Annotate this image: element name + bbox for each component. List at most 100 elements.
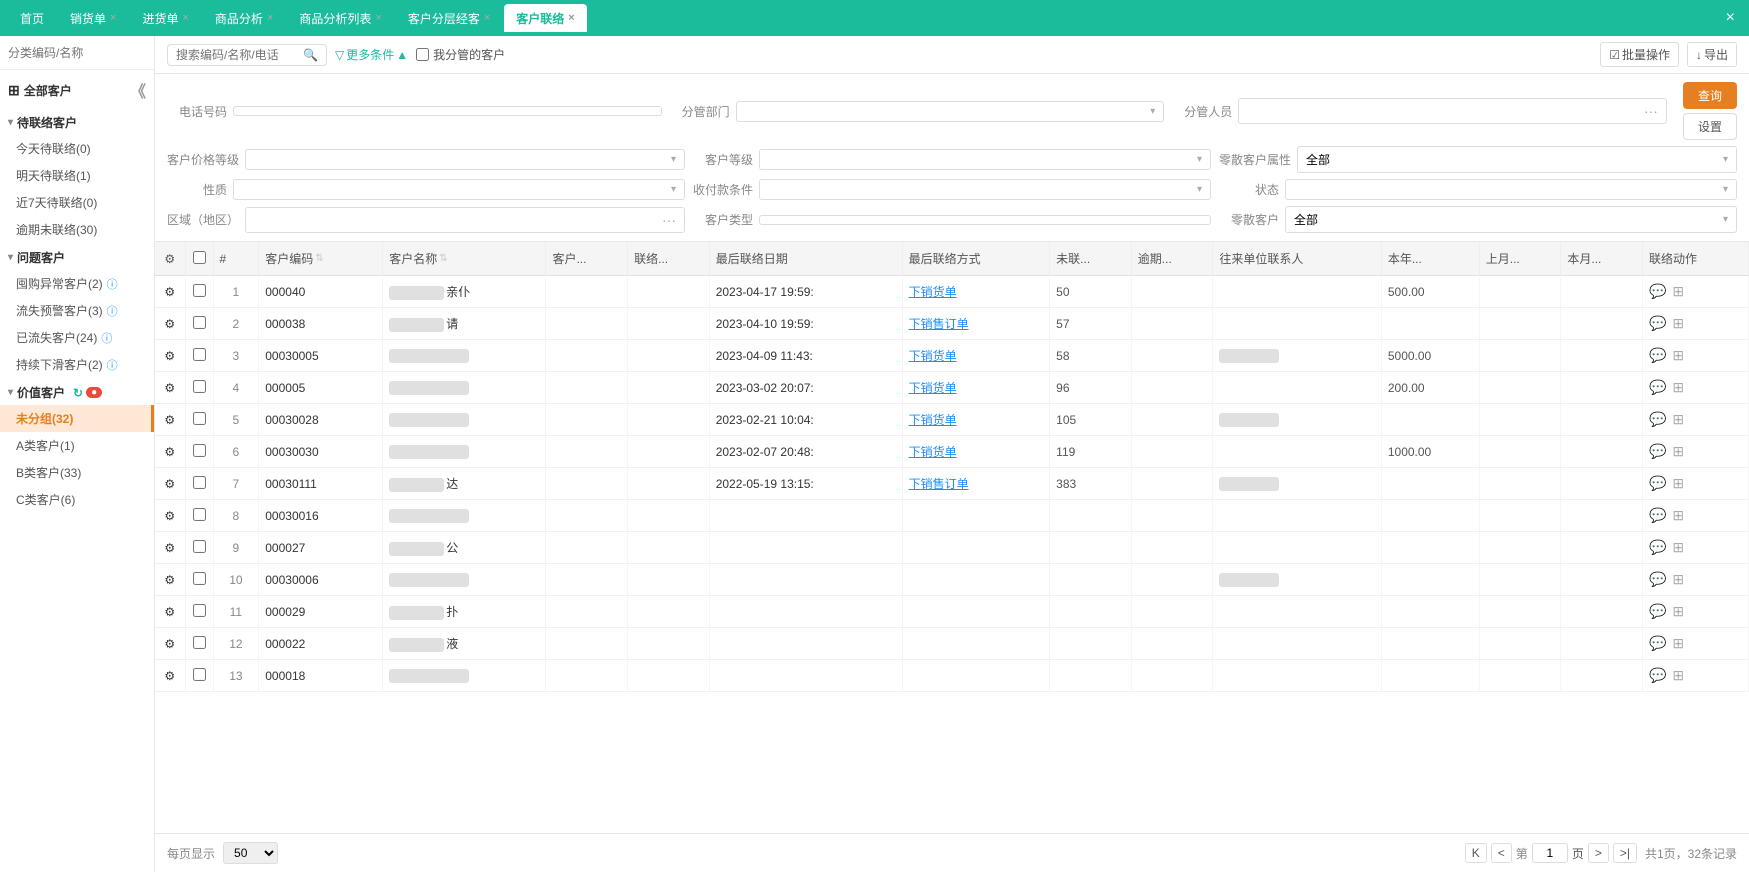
chat-icon[interactable]: 💬	[1649, 347, 1666, 364]
row-gear[interactable]: ⚙	[155, 308, 185, 340]
first-page-btn[interactable]: K	[1465, 843, 1487, 863]
sidebar-item-declining[interactable]: 持续下滑客户(2) ⓘ	[0, 351, 154, 378]
search-box-icon[interactable]: 🔍	[303, 48, 318, 62]
row-gear[interactable]: ⚙	[155, 564, 185, 596]
refresh-icon[interactable]: ↻	[73, 386, 83, 400]
row-gear[interactable]: ⚙	[155, 340, 185, 372]
row-checkbox[interactable]	[185, 628, 213, 660]
row-checkbox[interactable]	[185, 500, 213, 532]
grid-icon[interactable]: ⊞	[1672, 315, 1684, 332]
reset-button[interactable]: 设置	[1683, 113, 1737, 140]
chat-icon[interactable]: 💬	[1649, 283, 1666, 300]
grid-icon[interactable]: ⊞	[1672, 379, 1684, 396]
grid-icon[interactable]: ⊞	[1672, 443, 1684, 460]
grid-icon[interactable]: ⊞	[1672, 475, 1684, 492]
sidebar-item-hoard[interactable]: 囤购异常客户(2) ⓘ	[0, 270, 154, 297]
chat-icon[interactable]: 💬	[1649, 315, 1666, 332]
filter-price-tier-dropdown[interactable]: ▾	[245, 149, 685, 170]
grid-icon[interactable]: ⊞	[1672, 539, 1684, 556]
nav-item-sale-order[interactable]: 销货单 ×	[58, 4, 128, 32]
row-last-way[interactable]: 下销货单	[902, 436, 1050, 468]
filter-payment-dropdown[interactable]: ▾	[759, 179, 1211, 200]
row-checkbox[interactable]	[185, 436, 213, 468]
grid-icon[interactable]: ⊞	[1672, 283, 1684, 300]
col-this-month[interactable]: 本月...	[1561, 242, 1643, 276]
close-product-analysis-icon[interactable]: ×	[267, 12, 273, 24]
sidebar-search-input[interactable]	[8, 46, 155, 60]
row-checkbox[interactable]	[185, 468, 213, 500]
filter-nature-dropdown[interactable]: ▾	[233, 179, 685, 200]
row-gear[interactable]: ⚙	[155, 628, 185, 660]
region-dots-icon[interactable]: ···	[662, 212, 676, 228]
row-checkbox[interactable]	[185, 340, 213, 372]
row-checkbox[interactable]	[185, 660, 213, 692]
row-gear[interactable]: ⚙	[155, 468, 185, 500]
col-no-contact[interactable]: 未联...	[1050, 242, 1132, 276]
nav-item-customer-contact[interactable]: 客户联络 ×	[504, 4, 586, 32]
col-type[interactable]: 客户...	[546, 242, 628, 276]
select-all-checkbox[interactable]	[193, 251, 206, 264]
close-product-list-icon[interactable]: ×	[375, 12, 381, 24]
row-gear[interactable]: ⚙	[155, 372, 185, 404]
chat-icon[interactable]: 💬	[1649, 411, 1666, 428]
sidebar-item-c-class[interactable]: C类客户(6)	[0, 486, 154, 513]
filter-phone-input[interactable]	[233, 106, 662, 116]
chat-icon[interactable]: 💬	[1649, 379, 1666, 396]
row-checkbox[interactable]	[185, 308, 213, 340]
col-name[interactable]: 客户名称 ⇅	[383, 242, 546, 276]
grid-icon[interactable]: ⊞	[1672, 635, 1684, 652]
filter-sparse-customer-dropdown[interactable]: 全部 ▾	[1285, 206, 1737, 233]
problem-customer-title[interactable]: ▾ 问题客户	[0, 243, 154, 270]
row-checkbox[interactable]	[185, 596, 213, 628]
sidebar-item-b-class[interactable]: B类客户(33)	[0, 459, 154, 486]
row-last-way[interactable]: 下销货单	[902, 276, 1050, 308]
filter-status-dropdown[interactable]: ▾	[1285, 179, 1737, 200]
chat-icon[interactable]: 💬	[1649, 603, 1666, 620]
filter-dept-dropdown[interactable]: ▾	[736, 101, 1165, 122]
row-gear[interactable]: ⚙	[155, 500, 185, 532]
search-input[interactable]	[176, 48, 299, 62]
page-input[interactable]	[1532, 843, 1568, 863]
nav-item-product-analysis-list[interactable]: 商品分析列表 ×	[287, 4, 393, 32]
row-gear[interactable]: ⚙	[155, 436, 185, 468]
row-gear[interactable]: ⚙	[155, 532, 185, 564]
nav-item-purchase-order[interactable]: 进货单 ×	[130, 4, 200, 32]
value-customer-title[interactable]: ▾ 价值客户 ↻ ●	[0, 378, 154, 405]
chat-icon[interactable]: 💬	[1649, 475, 1666, 492]
close-customer-tier-icon[interactable]: ×	[484, 12, 490, 24]
close-customer-contact-icon[interactable]: ×	[568, 12, 574, 24]
col-code[interactable]: 客户编码 ⇅	[259, 242, 383, 276]
filter-sparse-attr-dropdown[interactable]: 全部 ▾	[1297, 146, 1737, 173]
chat-icon[interactable]: 💬	[1649, 667, 1666, 684]
col-last-way[interactable]: 最后联络方式	[902, 242, 1050, 276]
sidebar-item-churn-warning[interactable]: 流失预警客户(3) ⓘ	[0, 297, 154, 324]
row-checkbox[interactable]	[185, 564, 213, 596]
row-checkbox[interactable]	[185, 532, 213, 564]
filter-customer-tier-dropdown[interactable]: ▾	[759, 149, 1211, 170]
prev-page-btn[interactable]: <	[1491, 843, 1512, 863]
my-customers-checkbox-label[interactable]: 我分管的客户	[416, 46, 505, 63]
all-customers-header[interactable]: ⊞ 全部客户 《	[0, 70, 154, 108]
chat-icon[interactable]: 💬	[1649, 635, 1666, 652]
row-last-way[interactable]: 下销售订单	[902, 308, 1050, 340]
grid-icon[interactable]: ⊞	[1672, 507, 1684, 524]
row-last-way[interactable]: 下销货单	[902, 372, 1050, 404]
close-purchase-icon[interactable]: ×	[182, 12, 188, 24]
manager-dots-icon[interactable]: ···	[1644, 103, 1658, 119]
col-overdue[interactable]: 逾期...	[1131, 242, 1213, 276]
row-last-way[interactable]: 下销售订单	[902, 468, 1050, 500]
row-gear[interactable]: ⚙	[155, 404, 185, 436]
sidebar-item-7days[interactable]: 近7天待联络(0)	[0, 189, 154, 216]
row-last-way[interactable]: 下销货单	[902, 340, 1050, 372]
filter-region-dots[interactable]: ···	[245, 207, 685, 233]
last-page-btn[interactable]: >|	[1613, 843, 1637, 863]
filter-manager-dots[interactable]: ···	[1238, 98, 1667, 124]
sidebar-item-overdue[interactable]: 逾期未联络(30)	[0, 216, 154, 243]
sidebar-item-ungroup[interactable]: 未分组(32)	[0, 405, 154, 432]
row-gear[interactable]: ⚙	[155, 276, 185, 308]
nav-item-product-analysis[interactable]: 商品分析 ×	[203, 4, 285, 32]
nav-item-customer-tier[interactable]: 客户分层经客 ×	[396, 4, 502, 32]
page-size-select[interactable]: 50 100 200	[223, 842, 278, 864]
row-checkbox[interactable]	[185, 372, 213, 404]
grid-icon[interactable]: ⊞	[1672, 347, 1684, 364]
